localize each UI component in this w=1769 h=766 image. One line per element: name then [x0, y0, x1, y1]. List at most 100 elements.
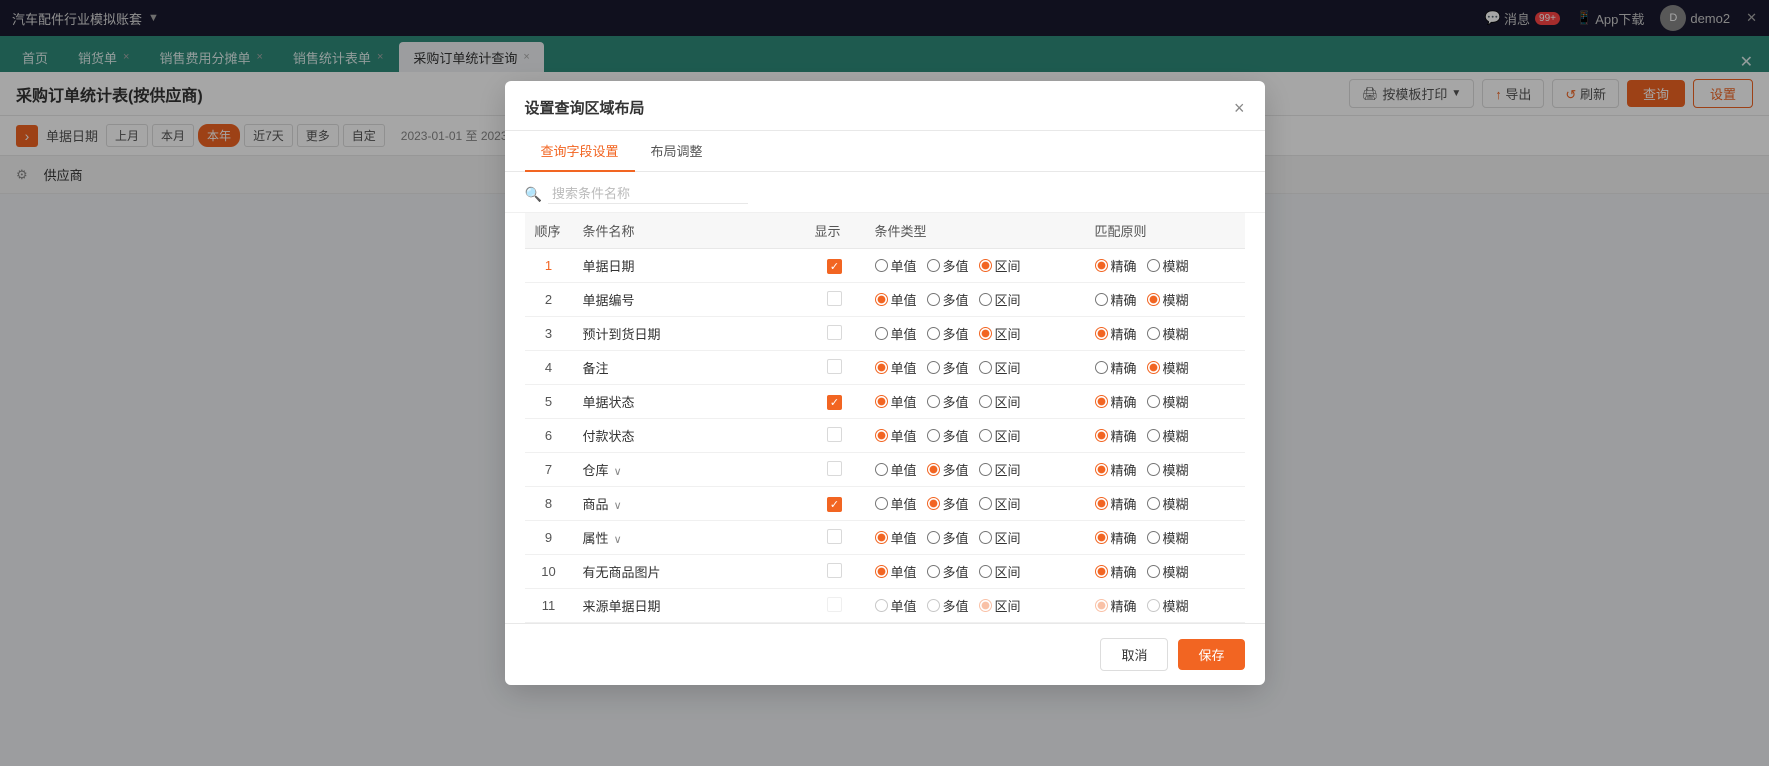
show-checkbox[interactable]	[827, 427, 842, 442]
type-radio-type_single[interactable]: 单值	[875, 256, 917, 275]
show-checkbox[interactable]	[827, 325, 842, 340]
condition-type-group: 单值多值区间	[875, 426, 1075, 445]
expand-icon[interactable]: ∨	[611, 534, 622, 546]
type-radio-type_multi[interactable]: 多值	[927, 324, 969, 343]
show-checkbox[interactable]	[827, 359, 842, 374]
table-row: 4 备注 单值多值区间 精确模糊	[525, 351, 1245, 385]
type-radio-type_single[interactable]: 单值	[875, 392, 917, 411]
type-radio-type_range[interactable]: 区间	[979, 562, 1021, 581]
show-checkbox[interactable]	[827, 529, 842, 544]
expand-icon[interactable]: ∨	[611, 500, 622, 512]
table-row: 3 预计到货日期 单值多值区间 精确模糊	[525, 317, 1245, 351]
type-radio-type_multi[interactable]: 多值	[927, 256, 969, 275]
match-radio-match_fuzzy[interactable]: 模糊	[1147, 528, 1189, 547]
match-radio-match_exact[interactable]: 精确	[1095, 494, 1137, 513]
match-radio-match_fuzzy[interactable]: 模糊	[1147, 494, 1189, 513]
table-row: 11来源单据日期单值多值区间精确模糊	[525, 589, 1245, 623]
match-rule-group: 精确模糊	[1095, 460, 1235, 479]
match-radio-match_fuzzy[interactable]: 模糊	[1147, 596, 1189, 615]
match-radio-match_exact[interactable]: 精确	[1095, 528, 1137, 547]
type-radio-type_multi[interactable]: 多值	[927, 460, 969, 479]
type-radio-type_multi[interactable]: 多值	[927, 562, 969, 581]
type-radio-type_single[interactable]: 单值	[875, 596, 917, 615]
row-order-num: 4	[535, 360, 563, 375]
type-radio-type_single[interactable]: 单值	[875, 528, 917, 547]
type-radio-type_range[interactable]: 区间	[979, 596, 1021, 615]
condition-type-group: 单值多值区间	[875, 324, 1075, 343]
type-radio-type_single[interactable]: 单值	[875, 324, 917, 343]
type-radio-type_multi[interactable]: 多值	[927, 426, 969, 445]
type-radio-type_single[interactable]: 单值	[875, 460, 917, 479]
match-radio-match_exact[interactable]: 精确	[1095, 290, 1137, 309]
type-radio-type_range[interactable]: 区间	[979, 528, 1021, 547]
match-radio-match_exact[interactable]: 精确	[1095, 562, 1137, 581]
show-checkbox[interactable]	[827, 291, 842, 306]
dialog-tab-layout[interactable]: 布局调整	[635, 131, 719, 172]
dialog-tab-fields[interactable]: 查询字段设置	[525, 131, 635, 172]
match-radio-match_exact[interactable]: 精确	[1095, 358, 1137, 377]
cancel-btn[interactable]: 取消	[1100, 638, 1168, 671]
match-radio-match_exact[interactable]: 精确	[1095, 256, 1137, 275]
condition-type-group: 单值多值区间	[875, 460, 1075, 479]
match-radio-match_fuzzy[interactable]: 模糊	[1147, 392, 1189, 411]
row-condition-name: 商品 ∨	[573, 487, 805, 521]
show-checkbox[interactable]	[827, 563, 842, 578]
th-order: 顺序	[525, 213, 573, 249]
match-radio-match_exact[interactable]: 精确	[1095, 392, 1137, 411]
match-radio-match_fuzzy[interactable]: 模糊	[1147, 426, 1189, 445]
show-checkbox[interactable]	[827, 597, 842, 612]
match-radio-match_exact[interactable]: 精确	[1095, 460, 1137, 479]
type-radio-type_range[interactable]: 区间	[979, 358, 1021, 377]
match-rule-group: 精确模糊	[1095, 290, 1235, 309]
type-radio-type_range[interactable]: 区间	[979, 426, 1021, 445]
type-radio-type_single[interactable]: 单值	[875, 358, 917, 377]
condition-type-group: 单值多值区间	[875, 596, 1075, 615]
row-condition-name: 属性 ∨	[573, 521, 805, 555]
condition-type-group: 单值多值区间	[875, 358, 1075, 377]
row-condition-name: 备注	[573, 351, 805, 385]
row-condition-name: 预计到货日期	[573, 317, 805, 351]
show-checkbox[interactable]	[827, 395, 842, 410]
type-radio-type_multi[interactable]: 多值	[927, 358, 969, 377]
table-row: 8商品 ∨单值多值区间精确模糊	[525, 487, 1245, 521]
type-radio-type_multi[interactable]: 多值	[927, 392, 969, 411]
type-radio-type_single[interactable]: 单值	[875, 494, 917, 513]
dialog-tab-layout-label: 布局调整	[651, 144, 703, 159]
type-radio-type_multi[interactable]: 多值	[927, 528, 969, 547]
match-radio-match_fuzzy[interactable]: 模糊	[1147, 256, 1189, 275]
show-checkbox[interactable]	[827, 259, 842, 274]
table-row: 1单据日期单值多值区间精确模糊	[525, 249, 1245, 283]
row-condition-name: 有无商品图片	[573, 555, 805, 589]
type-radio-type_single[interactable]: 单值	[875, 562, 917, 581]
match-radio-match_fuzzy[interactable]: 模糊	[1147, 460, 1189, 479]
dialog-close-btn[interactable]: ×	[1234, 99, 1245, 117]
type-radio-type_multi[interactable]: 多值	[927, 290, 969, 309]
type-radio-type_multi[interactable]: 多值	[927, 596, 969, 615]
type-radio-type_range[interactable]: 区间	[979, 460, 1021, 479]
expand-icon[interactable]: ∨	[611, 466, 622, 478]
type-radio-type_range[interactable]: 区间	[979, 392, 1021, 411]
match-radio-match_fuzzy[interactable]: 模糊	[1147, 324, 1189, 343]
type-radio-type_single[interactable]: 单值	[875, 426, 917, 445]
match-radio-match_exact[interactable]: 精确	[1095, 324, 1137, 343]
type-radio-type_range[interactable]: 区间	[979, 494, 1021, 513]
type-radio-type_single[interactable]: 单值	[875, 290, 917, 309]
match-radio-match_fuzzy[interactable]: 模糊	[1147, 290, 1189, 309]
type-radio-type_range[interactable]: 区间	[979, 324, 1021, 343]
match-radio-match_exact[interactable]: 精确	[1095, 596, 1137, 615]
type-radio-type_range[interactable]: 区间	[979, 256, 1021, 275]
match-radio-match_fuzzy[interactable]: 模糊	[1147, 562, 1189, 581]
row-order-num: 3	[535, 326, 563, 341]
save-btn[interactable]: 保存	[1178, 639, 1244, 670]
type-radio-type_multi[interactable]: 多值	[927, 494, 969, 513]
match-radio-match_exact[interactable]: 精确	[1095, 426, 1137, 445]
condition-type-group: 单值多值区间	[875, 256, 1075, 275]
row-order-num: 7	[535, 462, 563, 477]
show-checkbox[interactable]	[827, 497, 842, 512]
search-input[interactable]	[548, 184, 748, 204]
show-checkbox[interactable]	[827, 461, 842, 476]
dialog-header: 设置查询区域布局 ×	[505, 81, 1265, 131]
search-icon: 🔍	[525, 186, 542, 203]
type-radio-type_range[interactable]: 区间	[979, 290, 1021, 309]
match-radio-match_fuzzy[interactable]: 模糊	[1147, 358, 1189, 377]
